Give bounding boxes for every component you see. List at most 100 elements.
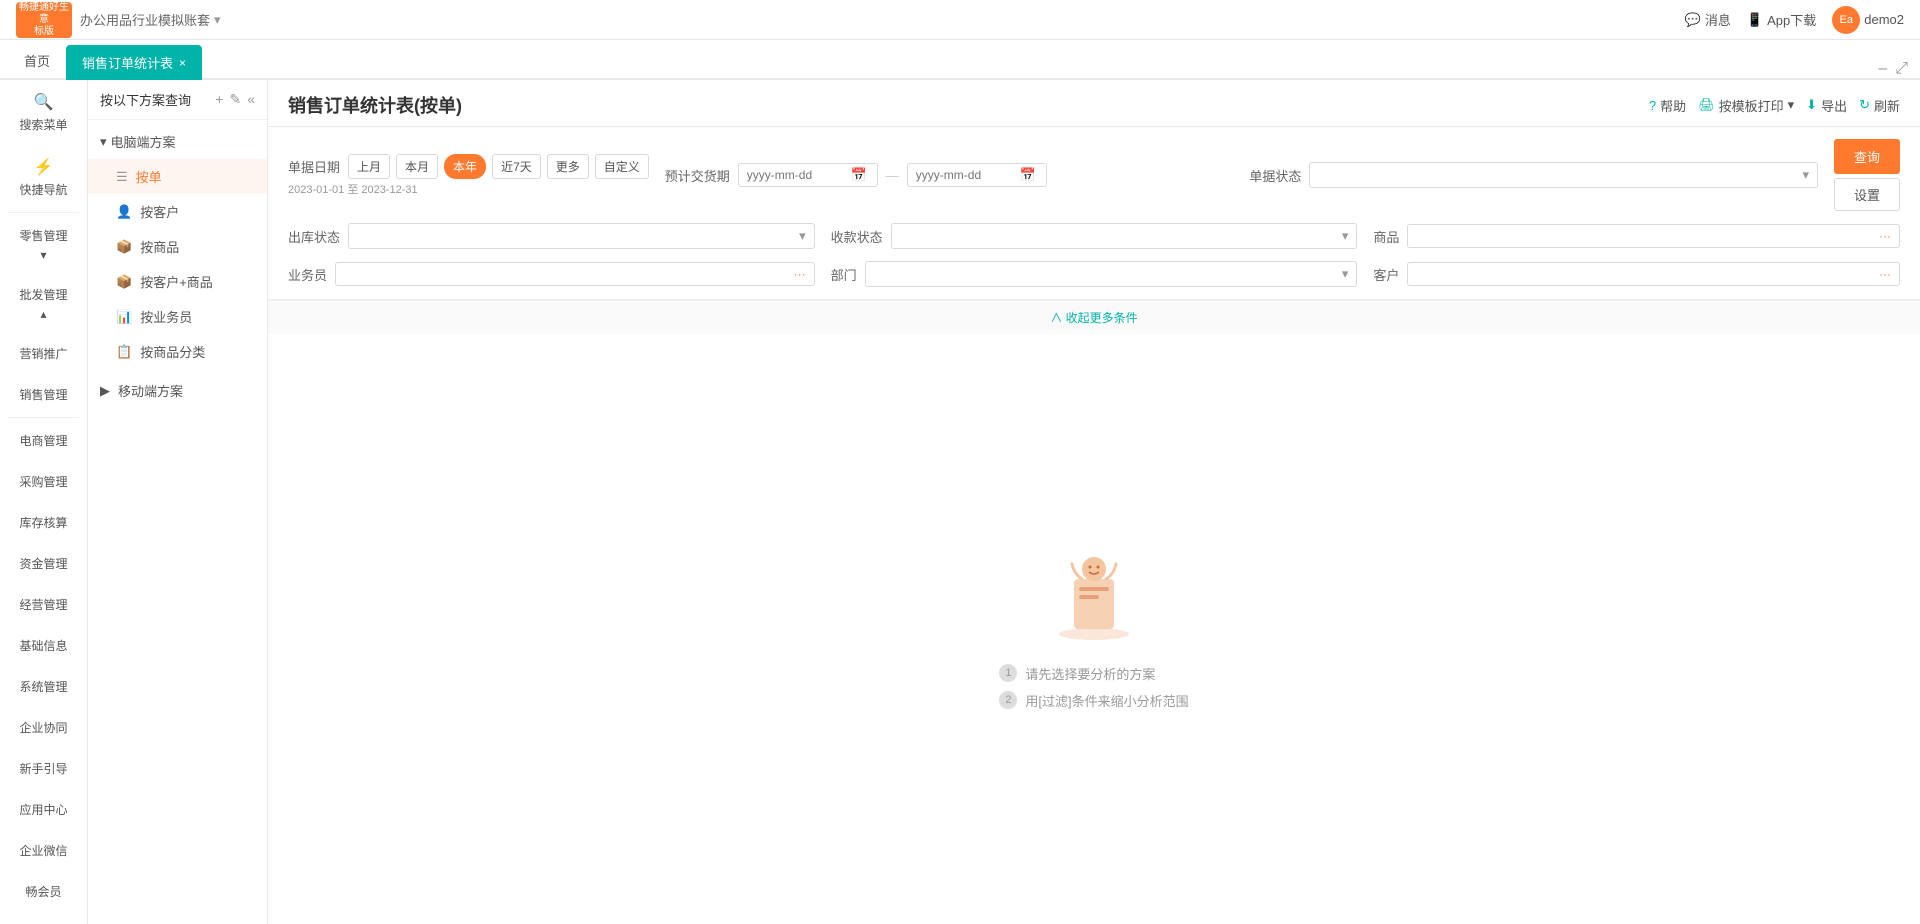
minimize-icon[interactable]: – [1878, 60, 1887, 78]
print-btn[interactable]: 🖨 按模板打印 ▾ [1698, 96, 1794, 115]
sidebar-item-inventory[interactable]: 库存核算 [0, 502, 87, 543]
sidebar-operation-label: 经营管理 [19, 596, 67, 613]
sidebar-item-wholesale[interactable]: 批发管理 ▴ [0, 274, 87, 333]
scheme-item-by-category[interactable]: 📋 按商品分类 [88, 334, 267, 369]
predict-date-end[interactable] [916, 168, 1016, 182]
more-date-btn[interactable]: 更多 [547, 154, 589, 179]
mobile-section-arrow: ▶ [100, 383, 110, 399]
user-profile[interactable]: Ea demo2 [1832, 6, 1904, 34]
sidebar-newbie-label: 新手引导 [19, 760, 67, 777]
salesman-more-btn[interactable]: ··· [794, 267, 806, 281]
date-buttons: 上月 本月 本年 近7天 更多 自定义 [348, 154, 649, 179]
sidebar-item-ecommerce[interactable]: 电商管理 [0, 420, 87, 461]
topbar-left: 畅捷通好生意 标版 办公用品行业模拟账套 ▾ [16, 2, 221, 38]
query-button[interactable]: 查询 [1834, 139, 1900, 174]
workspace-dropdown-icon[interactable]: ▾ [214, 12, 221, 28]
section-pc-label: 电脑端方案 [111, 132, 176, 151]
goods-more-btn[interactable]: ··· [1879, 229, 1891, 243]
scheme-section-mobile-header[interactable]: ▶ 移动端方案 [88, 373, 267, 408]
scheme-add-btn[interactable]: + [215, 91, 223, 108]
scheme-item-by-salesman[interactable]: 📊 按业务员 [88, 299, 267, 334]
this-year-btn[interactable]: 本年 [444, 154, 486, 179]
scheme-item-by-customer-goods[interactable]: 📦 按客户+商品 [88, 264, 267, 299]
settings-button[interactable]: 设置 [1834, 178, 1900, 211]
filter-col-dept: 部门 ▾ [831, 261, 1358, 287]
scheme-panel-header: 按以下方案查询 + ✎ « [88, 80, 267, 120]
scheme-edit-btn[interactable]: ✎ [229, 91, 241, 108]
refresh-btn[interactable]: ↻ 刷新 [1859, 96, 1900, 115]
ship-status-chevron: ▾ [799, 228, 806, 244]
sidebar-enterprise-label: 企业协同 [19, 719, 67, 736]
message-btn[interactable]: 💬 消息 [1685, 10, 1731, 29]
sidebar-system-label: 系统管理 [19, 678, 67, 695]
last-month-btn[interactable]: 上月 [348, 154, 390, 179]
sidebar-item-wechat[interactable]: 企业微信 [0, 830, 87, 871]
filter-row-2: 出库状态 ▾ 收款状态 ▾ 商品 [288, 223, 1900, 249]
refresh-icon: ↻ [1859, 97, 1870, 113]
sidebar-item-retail[interactable]: 零售管理 ▾ [0, 215, 87, 274]
sidebar-item-purchase[interactable]: 采购管理 [0, 461, 87, 502]
filter-col-goods: 商品 ··· [1373, 224, 1900, 248]
predict-date-start-wrapper[interactable]: 📅 [738, 163, 878, 187]
sidebar-item-sales[interactable]: 销售管理 [0, 374, 87, 415]
scheme-category-icon: 📋 [116, 344, 132, 360]
scheme-section-pc-header[interactable]: ▾ 电脑端方案 [88, 124, 267, 159]
action-buttons: 查询 设置 [1834, 139, 1900, 211]
scheme-item-by-goods[interactable]: 📦 按商品 [88, 229, 267, 264]
empty-state: 1 请先选择要分析的方案 2 用[过滤]条件来缩小分析范围 [268, 334, 1920, 924]
sidebar-item-marketing[interactable]: 营销推广 [0, 333, 87, 374]
collapse-bar[interactable]: ∧ 收起更多条件 [268, 300, 1920, 334]
sidebar-item-appstore[interactable]: 应用中心 [0, 789, 87, 830]
payment-status-label: 收款状态 [831, 227, 883, 246]
sidebar-item-operation[interactable]: 经营管理 [0, 584, 87, 625]
sidebar-marketing-label: 营销推广 [19, 345, 67, 362]
sidebar-search-label: 搜索菜单 [19, 116, 67, 133]
scheme-salesman-icon: 📊 [116, 309, 132, 325]
collapse-icon: ∧ [1050, 311, 1062, 325]
sidebar-item-system[interactable]: 系统管理 [0, 666, 87, 707]
scheme-item-by-customer[interactable]: 👤 按客户 [88, 194, 267, 229]
sidebar-finance-label: 资金管理 [19, 555, 67, 572]
page-actions: ? 帮助 🖨 按模板打印 ▾ ⬇ 导出 ↻ 刷新 [1649, 96, 1900, 115]
bill-status-label: 单据状态 [1249, 166, 1301, 185]
wholesale-expand-icon: ▴ [40, 307, 46, 321]
scheme-collapse-btn[interactable]: « [247, 91, 255, 108]
empty-tips: 1 请先选择要分析的方案 2 用[过滤]条件来缩小分析范围 [999, 664, 1188, 710]
maximize-icon[interactable]: ⤢ [1895, 60, 1908, 78]
scheme-item-by-order[interactable]: ☰ 按单 [88, 159, 267, 194]
help-btn[interactable]: ? 帮助 [1649, 96, 1686, 115]
tab-home[interactable]: 首页 [8, 43, 66, 80]
tip-text-1: 请先选择要分析的方案 [1025, 664, 1155, 683]
print-label: 按模板打印 [1719, 96, 1784, 115]
customer-more-btn[interactable]: ··· [1879, 267, 1891, 281]
app-download-btn[interactable]: 📱 App下载 [1747, 10, 1816, 29]
logo: 畅捷通好生意 标版 [16, 2, 72, 38]
last-7days-btn[interactable]: 近7天 [492, 154, 541, 179]
sidebar-quick-nav-label: 快捷导航 [19, 181, 67, 198]
scheme-panel-title: 按以下方案查询 [100, 90, 191, 109]
export-btn[interactable]: ⬇ 导出 [1806, 96, 1847, 115]
sidebar-item-newbie[interactable]: 新手引导 [0, 748, 87, 789]
search-icon: 🔍 [34, 92, 54, 112]
sidebar-item-search[interactable]: 🔍 搜索菜单 [0, 80, 87, 145]
scheme-goods-icon: 📦 [116, 239, 132, 255]
sidebar-member-label: 畅会员 [25, 883, 61, 900]
sidebar-wholesale-label: 批发管理 [19, 286, 67, 303]
sidebar-item-basic[interactable]: 基础信息 [0, 625, 87, 666]
empty-tip-2: 2 用[过滤]条件来缩小分析范围 [999, 691, 1188, 710]
predict-date-end-wrapper[interactable]: 📅 [907, 163, 1047, 187]
this-month-btn[interactable]: 本月 [396, 154, 438, 179]
sidebar-item-enterprise[interactable]: 企业协同 [0, 707, 87, 748]
predict-date-start[interactable] [747, 168, 847, 182]
tab-sales-order[interactable]: 销售订单统计表 × [66, 45, 202, 80]
custom-date-btn[interactable]: 自定义 [595, 154, 649, 179]
scheme-customer-goods-icon: 📦 [116, 274, 132, 290]
sidebar-item-finance[interactable]: 资金管理 [0, 543, 87, 584]
sidebar-item-quick-nav[interactable]: ⚡ 快捷导航 [0, 145, 87, 210]
sidebar-item-member[interactable]: 畅会员 [0, 871, 87, 912]
username: demo2 [1864, 12, 1904, 27]
close-tab-icon[interactable]: × [179, 56, 186, 70]
app-icon: 📱 [1747, 12, 1763, 28]
tip-text-2: 用[过滤]条件来缩小分析范围 [1025, 691, 1188, 710]
filter-col-payment-status: 收款状态 ▾ [831, 223, 1358, 249]
